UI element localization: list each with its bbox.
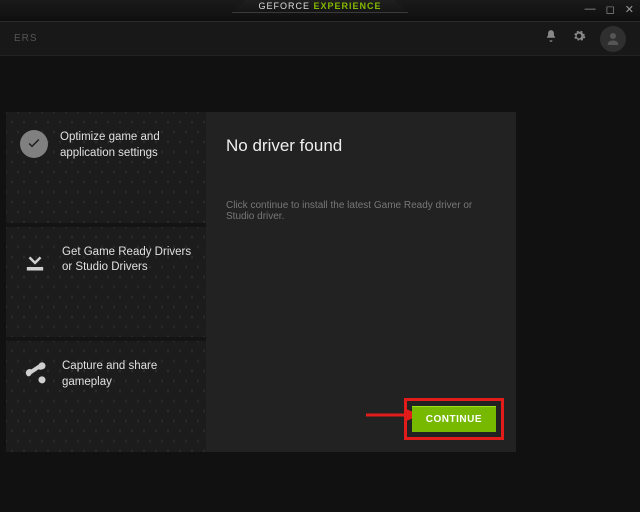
sidebar-item-drivers: Get Game Ready Drivers or Studio Drivers [6,227,206,342]
maximize-button[interactable]: ◻ [606,3,615,16]
share-icon [20,359,50,389]
content-panel: Optimize game and application settings G… [6,112,516,452]
bell-icon[interactable] [544,29,558,48]
tab-drivers[interactable]: ERS [14,33,38,44]
minimize-button[interactable]: — [585,3,596,16]
app-title: GEFORCE EXPERIENCE [231,0,408,13]
main-panel: No driver found Click continue to instal… [206,112,516,452]
main-heading: No driver found [226,136,496,156]
sidebar-item-optimize: Optimize game and application settings [6,112,206,227]
download-icon [20,245,50,275]
close-button[interactable]: ✕ [625,3,634,16]
sidebar: Optimize game and application settings G… [6,112,206,452]
sidebar-item-label: Capture and share gameplay [62,359,192,390]
sidebar-item-label: Optimize game and application settings [60,130,192,161]
avatar[interactable] [600,26,626,52]
brand-geforce: GEFORCE [258,1,310,11]
titlebar: GEFORCE EXPERIENCE — ◻ ✕ [0,0,640,22]
sidebar-item-capture: Capture and share gameplay [6,341,206,452]
brand-experience: EXPERIENCE [314,1,382,11]
window-controls: — ◻ ✕ [585,3,634,16]
continue-highlight: CONTINUE [404,398,504,440]
toolbar: ERS [0,22,640,56]
continue-button[interactable]: CONTINUE [412,406,496,432]
toolbar-right [544,26,626,52]
check-icon [20,130,48,158]
gear-icon[interactable] [572,29,586,48]
main-body: Click continue to install the latest Gam… [226,200,496,222]
sidebar-item-label: Get Game Ready Drivers or Studio Drivers [62,245,192,276]
